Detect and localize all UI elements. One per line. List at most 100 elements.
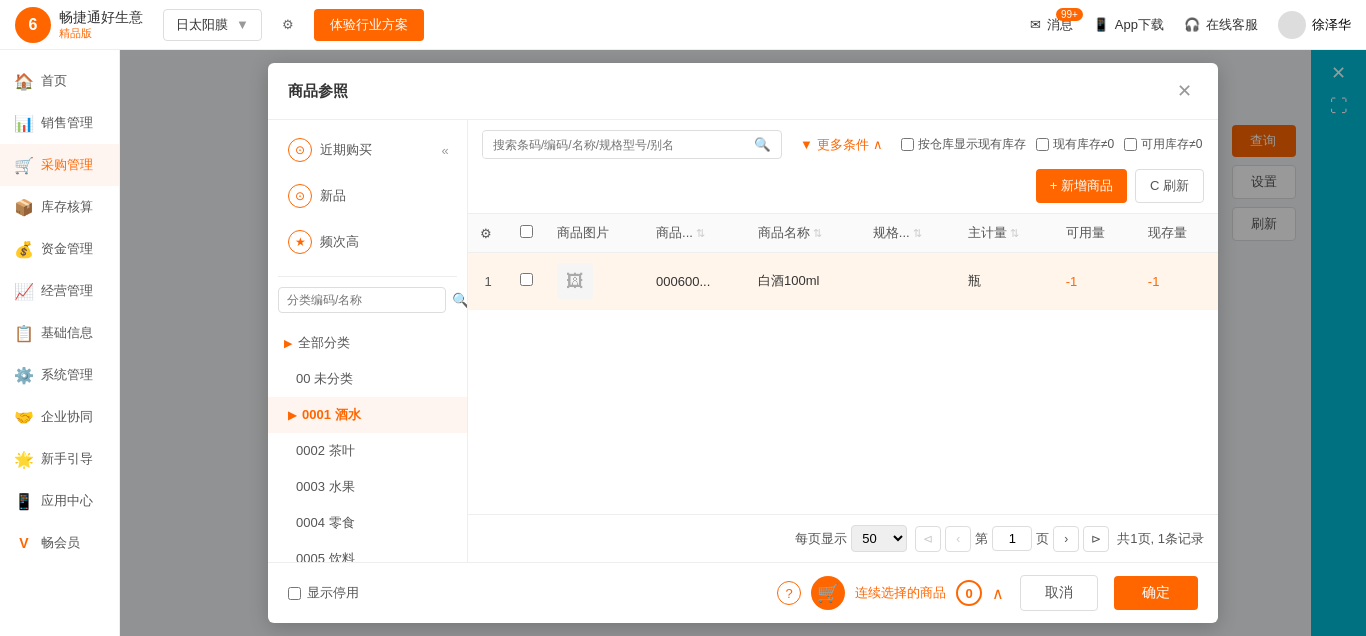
th-name[interactable]: 商品名称: [746, 214, 861, 253]
th-image: 商品图片: [545, 214, 644, 253]
cart-button[interactable]: 🛒: [811, 576, 845, 610]
show-disabled-checkbox[interactable]: [288, 587, 301, 600]
settings-icon[interactable]: ⚙: [272, 9, 304, 41]
sidebar-label-app-center: 应用中心: [41, 492, 93, 510]
checkbox-available-stock[interactable]: 可用库存≠0: [1124, 136, 1202, 153]
show-disabled-label[interactable]: 显示停用: [288, 584, 359, 602]
active-arrow-icon: ▶: [288, 409, 296, 422]
more-filters-button[interactable]: ▼ 更多条件 ∧: [792, 131, 891, 159]
nav-right: ✉ 消息 99+ 📱 App下载 🎧 在线客服 徐泽华: [1030, 11, 1351, 39]
sidebar-item-basic-info[interactable]: 📋 基础信息: [0, 312, 119, 354]
quick-filter-recent[interactable]: ⊙ 近期购买: [278, 130, 382, 170]
prev-page-button[interactable]: ‹: [945, 526, 971, 552]
th-code[interactable]: 商品...: [644, 214, 746, 253]
sidebar-item-home[interactable]: 🏠 首页: [0, 60, 119, 102]
category-drinks[interactable]: 0005 饮料: [268, 541, 467, 562]
sidebar-item-operations[interactable]: 📈 经营管理: [0, 270, 119, 312]
checkbox-warehouse-stock[interactable]: 按仓库显示现有库存: [901, 136, 1026, 153]
first-page-button[interactable]: ⊲: [915, 526, 941, 552]
sidebar-item-finance[interactable]: 💰 资金管理: [0, 228, 119, 270]
row-available: -1: [1054, 253, 1136, 310]
checkbox-nonzero-stock[interactable]: 现有库存≠0: [1036, 136, 1114, 153]
messages-button[interactable]: ✉ 消息 99+: [1030, 16, 1073, 34]
category-panel: ⊙ 近期购买 « ⊙ 新品 ★ 频次高: [268, 120, 468, 562]
app-center-icon: 📱: [15, 492, 33, 510]
category-tea[interactable]: 0002 茶叶: [268, 433, 467, 469]
row-checkbox[interactable]: [520, 273, 533, 286]
username-label: 徐泽华: [1312, 16, 1351, 34]
page-number-input[interactable]: [992, 526, 1032, 551]
chevron-down-icon: ▼: [236, 17, 249, 32]
per-page-select[interactable]: 50 20 100: [851, 525, 907, 552]
category-search-row: 🔍: [268, 281, 467, 319]
category-snacks-label: 0004 零食: [296, 514, 355, 532]
nonzero-stock-checkbox[interactable]: [1036, 138, 1049, 151]
page-navigation: ⊲ ‹ 第 页 › ⊳: [915, 526, 1109, 552]
next-page-button[interactable]: ›: [1053, 526, 1079, 552]
confirm-button[interactable]: 确定: [1114, 576, 1198, 610]
th-spec[interactable]: 规格...: [861, 214, 956, 253]
sidebar-item-inventory[interactable]: 📦 库存核算: [0, 186, 119, 228]
product-search-input[interactable]: [483, 132, 744, 158]
modal-close-button[interactable]: ✕: [1170, 77, 1198, 105]
th-checkbox: [508, 214, 545, 253]
category-unclassified[interactable]: 00 未分类: [268, 361, 467, 397]
app-download-button[interactable]: 📱 App下载: [1093, 16, 1164, 34]
checkbox-nonzero-label: 现有库存≠0: [1053, 136, 1114, 153]
sidebar-item-sales[interactable]: 📊 销售管理: [0, 102, 119, 144]
category-search-icon[interactable]: 🔍: [452, 292, 468, 308]
page-size-selector: 每页显示 50 20 100: [795, 525, 907, 552]
logo-icon: 6: [15, 7, 51, 43]
action-buttons: + 新增商品 C 刷新: [1036, 169, 1204, 203]
sidebar-item-purchase[interactable]: 🛒 采购管理: [0, 144, 119, 186]
quick-filter-new[interactable]: ⊙ 新品: [278, 176, 457, 216]
chevron-up-icon[interactable]: ∧: [992, 584, 1004, 603]
trial-button[interactable]: 体验行业方案: [314, 9, 424, 41]
finance-icon: 💰: [15, 240, 33, 258]
table-row[interactable]: 1 🖼 000600... 白酒100ml: [468, 253, 1218, 310]
category-search-input[interactable]: [278, 287, 446, 313]
help-icon[interactable]: ?: [777, 581, 801, 605]
cancel-button[interactable]: 取消: [1020, 575, 1098, 611]
refresh-button[interactable]: C 刷新: [1135, 169, 1204, 203]
sidebar-label-purchase: 采购管理: [41, 156, 93, 174]
last-page-button[interactable]: ⊳: [1083, 526, 1109, 552]
sidebar-item-app-center[interactable]: 📱 应用中心: [0, 480, 119, 522]
main-content: ✕ ⛶ 查询 设置 刷新 商品参照 ✕: [120, 50, 1366, 636]
store-selector[interactable]: 日太阳膜 ▼: [163, 9, 262, 41]
user-profile[interactable]: 徐泽华: [1278, 11, 1351, 39]
sidebar-item-guide[interactable]: 🌟 新手引导: [0, 438, 119, 480]
sidebar-item-system[interactable]: ⚙️ 系统管理: [0, 354, 119, 396]
row-index: 1: [468, 253, 508, 310]
available-stock-checkbox[interactable]: [1124, 138, 1137, 151]
operations-icon: 📈: [15, 282, 33, 300]
sidebar-label-member: 畅会员: [41, 534, 80, 552]
table-header-row: ⚙ 商品图片 商品... 商品名称 规格...: [468, 214, 1218, 253]
basic-info-icon: 📋: [15, 324, 33, 342]
product-search-button[interactable]: 🔍: [744, 131, 781, 158]
row-checkbox-cell: [508, 253, 545, 310]
category-fruits[interactable]: 0003 水果: [268, 469, 467, 505]
column-settings-icon[interactable]: ⚙: [480, 226, 492, 241]
category-snacks[interactable]: 0004 零食: [268, 505, 467, 541]
sidebar-item-member[interactable]: V 畅会员: [0, 522, 119, 564]
warehouse-stock-checkbox[interactable]: [901, 138, 914, 151]
member-icon: V: [15, 534, 33, 552]
logo-area: 6 畅捷通好生意 精品版: [15, 7, 143, 43]
category-tea-label: 0002 茶叶: [296, 442, 355, 460]
online-service-button[interactable]: 🎧 在线客服: [1184, 16, 1258, 34]
logo-text: 畅捷通好生意 精品版: [59, 8, 143, 40]
add-product-button[interactable]: + 新增商品: [1036, 169, 1127, 203]
category-all-label: 全部分类: [298, 334, 350, 352]
select-all-checkbox[interactable]: [520, 225, 533, 238]
collapse-button[interactable]: «: [433, 138, 457, 162]
category-all[interactable]: ▶ 全部分类: [268, 325, 467, 361]
total-info: 共1页, 1条记录: [1117, 530, 1204, 548]
product-list-panel: 🔍 ▼ 更多条件 ∧ 按仓库显示现有库存: [468, 120, 1218, 562]
sidebar-item-enterprise[interactable]: 🤝 企业协同: [0, 396, 119, 438]
quick-filter-frequent[interactable]: ★ 频次高: [278, 222, 457, 262]
per-page-label: 每页显示: [795, 530, 847, 548]
product-table-container: ⚙ 商品图片 商品... 商品名称 规格...: [468, 214, 1218, 514]
category-liquor[interactable]: ▶ 0001 酒水: [268, 397, 467, 433]
th-unit[interactable]: 主计量: [956, 214, 1054, 253]
